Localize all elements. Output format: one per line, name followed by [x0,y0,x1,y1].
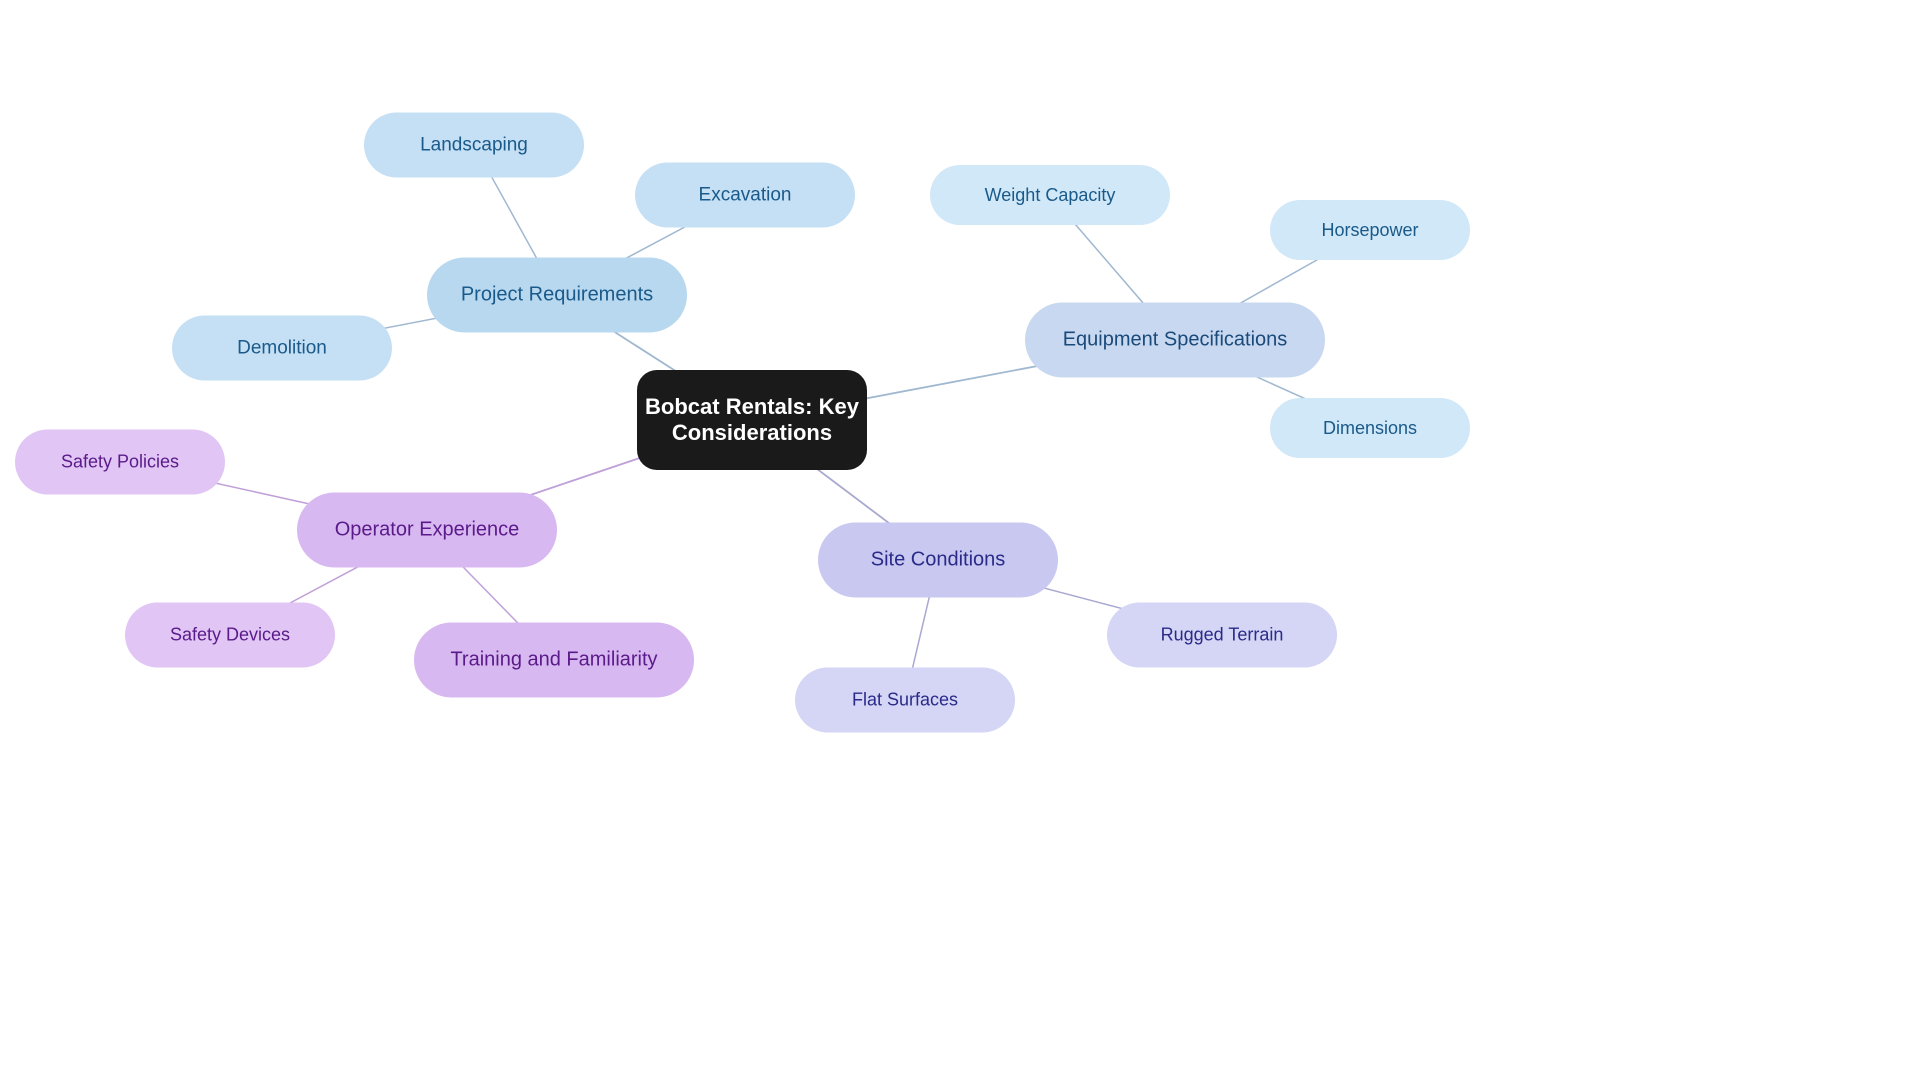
training-familiarity-label: Training and Familiarity [450,649,657,672]
center-label: Bobcat Rentals: Key Considerations [637,394,867,446]
horsepower-node[interactable]: Horsepower [1270,200,1470,260]
dimensions-node[interactable]: Dimensions [1270,398,1470,458]
site-conditions-label: Site Conditions [871,549,1006,572]
weight-capacity-label: Weight Capacity [985,185,1116,206]
operator-experience-node[interactable]: Operator Experience [297,493,557,568]
dimensions-label: Dimensions [1323,418,1417,439]
equipment-specifications-label: Equipment Specifications [1063,329,1288,352]
safety-devices-label: Safety Devices [170,625,290,646]
safety-devices-node[interactable]: Safety Devices [125,603,335,668]
safety-policies-node[interactable]: Safety Policies [15,430,225,495]
training-familiarity-node[interactable]: Training and Familiarity [414,623,694,698]
project-requirements-label: Project Requirements [461,284,653,307]
safety-policies-label: Safety Policies [61,452,179,473]
site-conditions-node[interactable]: Site Conditions [818,523,1058,598]
equipment-specifications-node[interactable]: Equipment Specifications [1025,303,1325,378]
excavation-node[interactable]: Excavation [635,163,855,228]
operator-experience-label: Operator Experience [335,519,520,542]
project-requirements-node[interactable]: Project Requirements [427,258,687,333]
horsepower-label: Horsepower [1321,220,1418,241]
center-node[interactable]: Bobcat Rentals: Key Considerations [637,370,867,470]
flat-surfaces-node[interactable]: Flat Surfaces [795,668,1015,733]
demolition-node[interactable]: Demolition [172,316,392,381]
excavation-label: Excavation [699,184,792,206]
landscaping-label: Landscaping [420,134,528,156]
landscaping-node[interactable]: Landscaping [364,113,584,178]
weight-capacity-node[interactable]: Weight Capacity [930,165,1170,225]
demolition-label: Demolition [237,337,327,359]
rugged-terrain-node[interactable]: Rugged Terrain [1107,603,1337,668]
rugged-terrain-label: Rugged Terrain [1161,625,1284,646]
flat-surfaces-label: Flat Surfaces [852,690,958,711]
